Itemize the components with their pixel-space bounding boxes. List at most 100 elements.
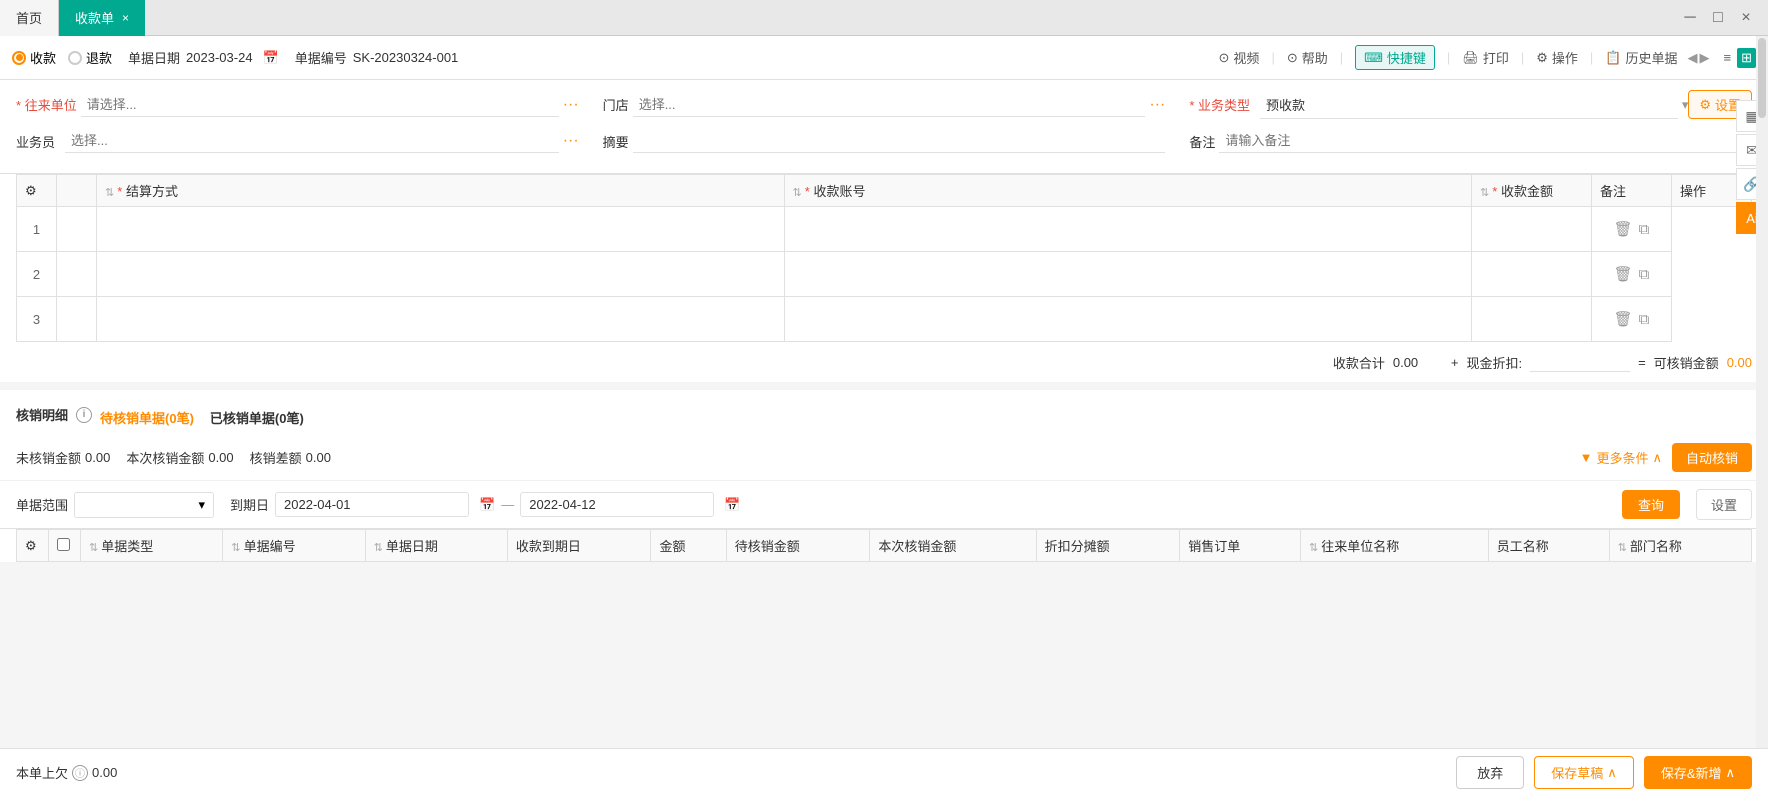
- partner-more-icon[interactable]: ···: [563, 96, 579, 114]
- row-1-remark[interactable]: [1472, 207, 1592, 252]
- help-action[interactable]: ⊙ 帮助: [1287, 48, 1328, 67]
- btcol-discount: 折扣分摊额: [1036, 530, 1180, 562]
- section-title: 核销明细 i 待核销单据(0笔) 已核销单据(0笔): [16, 402, 1752, 427]
- tab-done[interactable]: 已核销单据(0笔): [210, 408, 304, 427]
- tab-current[interactable]: 收款单 ×: [59, 0, 145, 36]
- prev-value: 0.00: [92, 765, 117, 780]
- staff-label: 业务员: [16, 132, 55, 151]
- shortcut-action[interactable]: ⌨ 快捷键: [1355, 45, 1435, 70]
- range-select[interactable]: ▾: [74, 492, 214, 518]
- row-3-delete-icon[interactable]: 🗑: [1614, 310, 1633, 328]
- remark-input[interactable]: [1219, 129, 1752, 153]
- print-action[interactable]: 🖨 打印: [1462, 48, 1509, 67]
- save-draft-button[interactable]: 保存草稿 ∧: [1534, 756, 1634, 789]
- row-1-account[interactable]: [97, 207, 785, 252]
- row-1-settlement-input[interactable]: [57, 207, 96, 251]
- tab-current-label: 收款单: [75, 8, 114, 27]
- save-draft-label: 保存草稿: [1551, 763, 1603, 782]
- row-2-copy-icon[interactable]: ⧉: [1639, 266, 1650, 283]
- row-2-account[interactable]: [97, 252, 785, 297]
- next-arrow[interactable]: ▶: [1700, 50, 1710, 66]
- abandon-button[interactable]: 放弃: [1456, 756, 1524, 789]
- minimize-button[interactable]: ─: [1676, 4, 1704, 32]
- partner-input[interactable]: [81, 93, 559, 117]
- prev-order-info: 本单上欠 ⓘ 0.00: [16, 763, 117, 782]
- filter-settings-button[interactable]: 设置: [1696, 489, 1752, 520]
- select-all-checkbox[interactable]: [57, 538, 70, 551]
- operate-action[interactable]: ⚙ 操作: [1536, 48, 1578, 67]
- row-2-settlement-input[interactable]: [57, 252, 96, 296]
- list-layout-btn[interactable]: ≡: [1720, 48, 1736, 68]
- memo-input[interactable]: [633, 129, 1166, 153]
- row-3-amount-input[interactable]: [785, 297, 1472, 341]
- discount-input[interactable]: [1530, 352, 1630, 372]
- data-table: ⚙ * 结算方式 * 收款账号 *: [16, 174, 1752, 342]
- date-from-input[interactable]: [275, 492, 469, 517]
- bottom-table-header: ⚙ 单据类型 单据编号 单据日期 收款到期日: [17, 530, 1752, 562]
- verification-info-icon[interactable]: i: [76, 407, 92, 423]
- row-1-amount-input[interactable]: [785, 207, 1472, 251]
- row-2-account-input[interactable]: [97, 252, 784, 296]
- row-1-account-input[interactable]: [97, 207, 784, 251]
- history-action[interactable]: 📋 历史单据: [1605, 48, 1677, 67]
- video-icon: ⊙: [1219, 50, 1230, 66]
- memo-label: 摘要: [603, 132, 629, 151]
- row-2-amount-input[interactable]: [785, 252, 1472, 296]
- prev-info-icon[interactable]: ⓘ: [72, 765, 88, 781]
- row-1-settlement[interactable]: [57, 207, 97, 252]
- row-2-remark[interactable]: [1472, 252, 1592, 297]
- print-icon: 🖨: [1462, 50, 1479, 66]
- row-2-settlement[interactable]: [57, 252, 97, 297]
- tab-pending[interactable]: 待核销单据(0笔): [100, 408, 194, 427]
- btcol-current: 本次核销金额: [870, 530, 1036, 562]
- staff-input[interactable]: [65, 129, 559, 153]
- query-button[interactable]: 查询: [1622, 490, 1680, 519]
- row-3-amount[interactable]: [784, 297, 1472, 342]
- grid-layout-btn[interactable]: ⊞: [1737, 48, 1756, 68]
- btcol-check[interactable]: [49, 530, 81, 562]
- row-1-copy-icon[interactable]: ⧉: [1639, 221, 1650, 238]
- total-value: 0.00: [1393, 355, 1443, 370]
- row-2-remark-input[interactable]: [1472, 252, 1591, 296]
- row-1-amount[interactable]: [784, 207, 1472, 252]
- row-3-settlement-input[interactable]: [57, 297, 96, 341]
- prev-arrow[interactable]: ◀: [1688, 50, 1698, 66]
- maximize-button[interactable]: □: [1704, 4, 1732, 32]
- date-from-calendar-icon[interactable]: 📅: [479, 497, 495, 513]
- auto-verify-button[interactable]: 自动核销: [1672, 443, 1752, 472]
- store-input[interactable]: [633, 93, 1146, 117]
- staff-more-icon[interactable]: ···: [563, 132, 579, 150]
- tab-close-icon[interactable]: ×: [122, 11, 129, 25]
- calendar-icon[interactable]: 📅: [263, 50, 279, 66]
- video-action[interactable]: ⊙ 视频: [1219, 48, 1260, 67]
- row-1-remark-input[interactable]: [1472, 207, 1591, 251]
- tab-home[interactable]: 首页: [0, 0, 59, 36]
- col-amount: * 收款金额: [1472, 175, 1592, 207]
- scrollbar[interactable]: [1756, 36, 1768, 796]
- row-3-settlement[interactable]: [57, 297, 97, 342]
- table-settings-col[interactable]: ⚙: [17, 175, 57, 207]
- number-label: 单据编号: [295, 48, 347, 67]
- radio-tuikuan[interactable]: 退款: [68, 48, 112, 67]
- filter-icon: ▼: [1580, 450, 1593, 465]
- btcol-pending: 待核销金额: [726, 530, 870, 562]
- row-1-delete-icon[interactable]: 🗑: [1614, 220, 1633, 238]
- window-close-button[interactable]: ×: [1732, 4, 1760, 32]
- radio-shoukuan[interactable]: 收款: [12, 48, 56, 67]
- date-to-calendar-icon[interactable]: 📅: [724, 497, 740, 513]
- row-2-amount[interactable]: [784, 252, 1472, 297]
- btcol-gear[interactable]: ⚙: [17, 530, 49, 562]
- scrollbar-thumb[interactable]: [1758, 38, 1766, 118]
- total-label: 收款合计: [1333, 353, 1385, 372]
- store-more-icon[interactable]: ···: [1149, 96, 1165, 114]
- row-3-account[interactable]: [97, 297, 785, 342]
- save-new-button[interactable]: 保存&新增 ∧: [1644, 756, 1752, 789]
- row-3-copy-icon[interactable]: ⧉: [1639, 311, 1650, 328]
- more-conditions-btn[interactable]: ▼ 更多条件 ∧: [1580, 448, 1662, 467]
- row-3-remark-input[interactable]: [1472, 297, 1591, 341]
- btcol-dept: 部门名称: [1609, 530, 1751, 562]
- row-2-delete-icon[interactable]: 🗑: [1614, 265, 1633, 283]
- date-to-input[interactable]: [520, 492, 714, 517]
- row-3-remark[interactable]: [1472, 297, 1592, 342]
- row-3-account-input[interactable]: [97, 297, 784, 341]
